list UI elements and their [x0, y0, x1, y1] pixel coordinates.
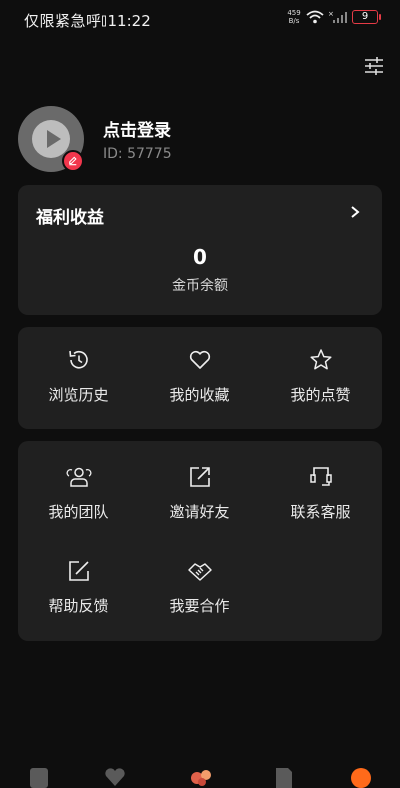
chevron-right-icon[interactable] [348, 205, 362, 219]
help-feedback-button[interactable]: 帮助反馈 [18, 558, 139, 628]
welfare-card[interactable]: 福利收益 0 金币余额 [18, 185, 382, 315]
handshake-icon [188, 563, 212, 581]
edit-avatar-icon[interactable] [62, 150, 84, 172]
status-time: 11:22 [107, 11, 151, 30]
wifi-icon [306, 10, 324, 24]
tab-home-icon[interactable] [28, 766, 50, 788]
customer-service-button[interactable]: 联系客服 [260, 464, 381, 534]
status-bar: 仅限紧急呼 11:22 459 B/s × 9 [0, 0, 400, 38]
network-speed-value: 459 [287, 9, 301, 17]
invite-friends-button[interactable]: 邀请好友 [139, 464, 260, 534]
status-right: 459 B/s × 9 [286, 9, 381, 25]
headset-icon [310, 467, 332, 486]
history-label: 浏览历史 [48, 386, 109, 404]
edit-icon [69, 561, 89, 581]
star-icon [310, 349, 332, 370]
heart-icon [189, 350, 211, 369]
team-button[interactable]: 我的团队 [18, 464, 139, 534]
tab-heart-icon[interactable] [104, 766, 126, 788]
tab-profile-icon[interactable] [350, 766, 372, 788]
services-card: 我的团队 邀请好友 联系客服 帮助反馈 我要合作 [18, 441, 382, 641]
tab-discover-icon[interactable] [189, 766, 215, 788]
battery-icon: 9 [352, 10, 381, 24]
team-label: 我的团队 [48, 503, 109, 521]
coin-balance-value: 0 [193, 245, 207, 269]
carrier-text: 仅限紧急呼 [24, 12, 102, 30]
activity-card: 浏览历史 我的收藏 我的点赞 [18, 327, 382, 429]
cooperation-button[interactable]: 我要合作 [139, 558, 260, 628]
login-link[interactable]: 点击登录 [103, 116, 171, 141]
status-left: 仅限紧急呼 11:22 [24, 10, 151, 31]
customer-service-label: 联系客服 [290, 503, 351, 521]
signal-icon: × [328, 10, 347, 23]
invite-friends-label: 邀请好友 [169, 503, 230, 521]
help-feedback-label: 帮助反馈 [48, 597, 109, 615]
coin-balance-label: 金币余额 [172, 278, 228, 294]
favorites-button[interactable]: 我的收藏 [139, 347, 260, 417]
likes-button[interactable]: 我的点赞 [260, 347, 381, 417]
svg-text:×: × [328, 10, 334, 18]
favorites-label: 我的收藏 [169, 386, 230, 404]
history-icon [69, 350, 88, 369]
user-id: ID: 57775 [103, 146, 172, 162]
sim-icon [101, 15, 106, 26]
team-icon [66, 467, 92, 487]
settings-sliders-icon[interactable] [364, 56, 384, 76]
cooperation-label: 我要合作 [169, 597, 230, 615]
tab-document-icon[interactable] [273, 766, 295, 788]
battery-level: 9 [361, 11, 369, 22]
share-icon [190, 467, 210, 487]
network-speed: 459 B/s [286, 9, 302, 25]
network-speed-unit: B/s [288, 17, 300, 25]
profile-header[interactable]: 点击登录 ID: 57775 [18, 106, 378, 174]
welfare-title: 福利收益 [36, 208, 104, 228]
play-icon [47, 130, 61, 148]
likes-label: 我的点赞 [290, 386, 351, 404]
bottom-tab-bar [0, 760, 400, 788]
history-button[interactable]: 浏览历史 [18, 347, 139, 417]
